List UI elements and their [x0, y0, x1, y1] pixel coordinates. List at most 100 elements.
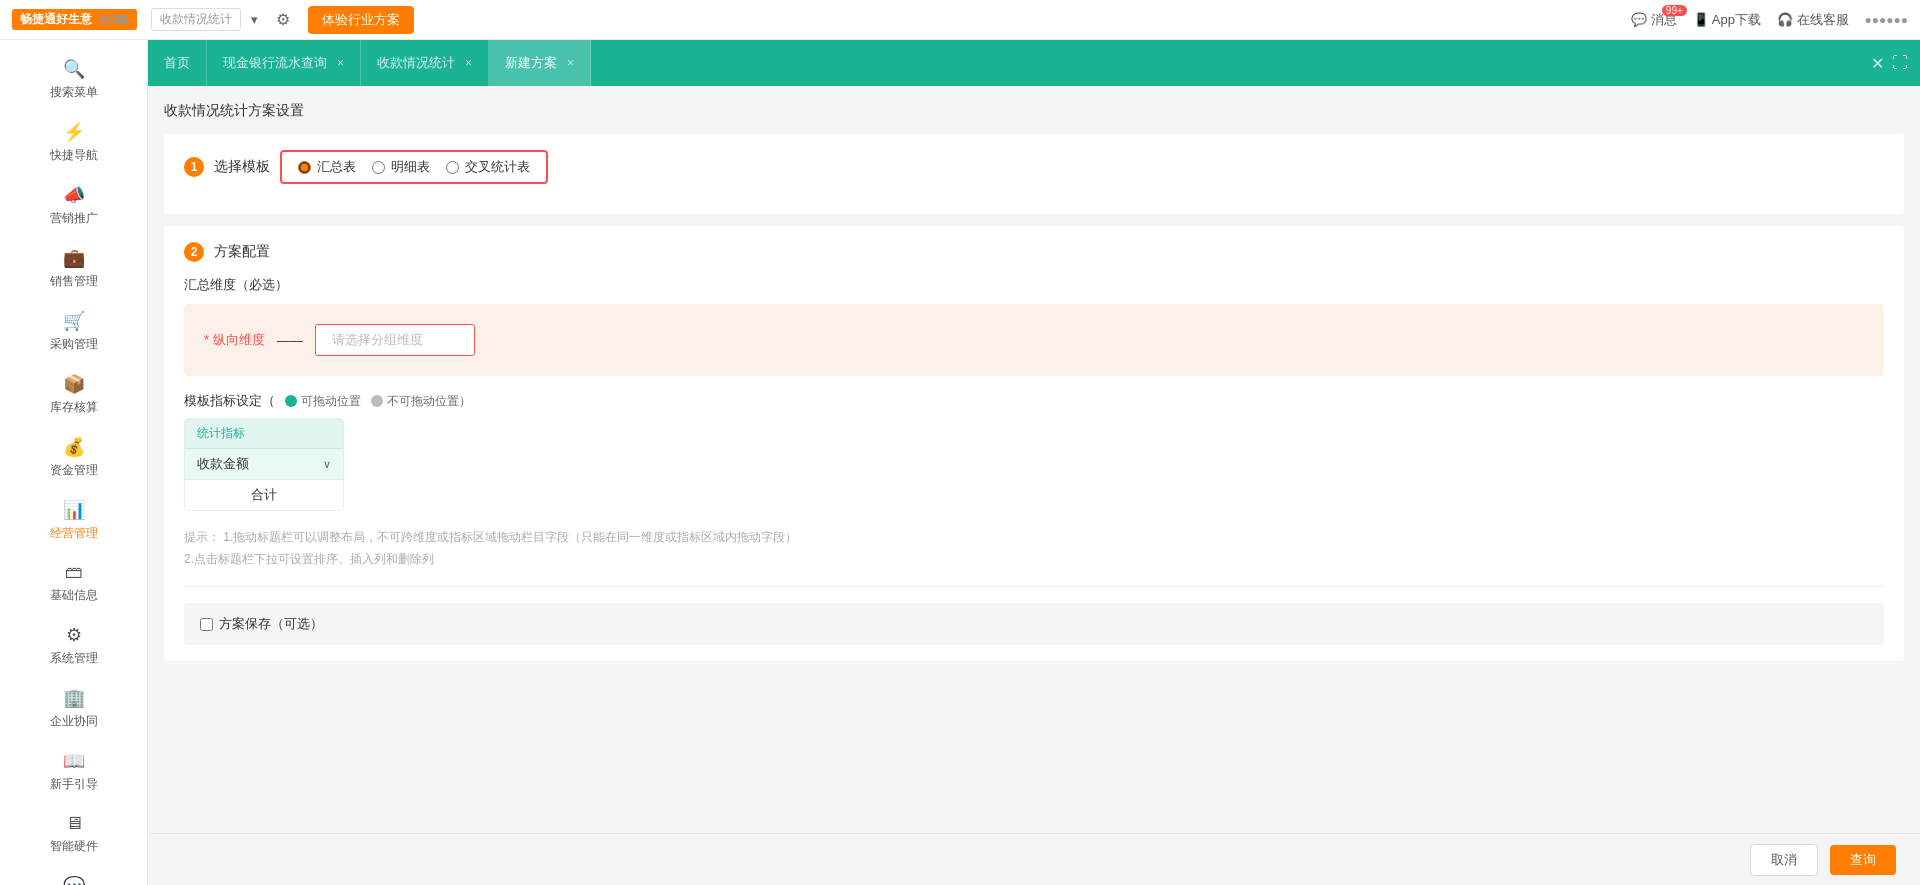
tab-bank-flow-label: 现金银行流水查询	[223, 54, 327, 72]
tab-bank-flow[interactable]: 现金银行流水查询 ×	[207, 40, 361, 86]
header-breadcrumb: 收款情况统计	[151, 8, 241, 31]
dimension-area: * 纵向维度 —— 请选择分组维度	[184, 304, 1884, 376]
sidebar-label-basic: 基础信息	[50, 587, 98, 604]
dropdown-icon[interactable]: ▾	[251, 12, 258, 27]
tab-new-plan-close[interactable]: ×	[567, 56, 574, 70]
sidebar-label-purchase: 采购管理	[50, 336, 98, 353]
section2-title: 方案配置	[214, 243, 270, 261]
logo-text: 畅捷通好生意	[20, 12, 92, 26]
indicator-table: 统计指标 收款金额 ∨ 合计	[184, 418, 344, 511]
tip-2-text: 2.点击标题栏下拉可设置排序、插入列和删除列	[184, 549, 434, 571]
page-content: 收款情况统计方案设置 1 选择模板 汇总表 明细表	[148, 86, 1920, 833]
radio-detail-input[interactable]	[372, 161, 385, 174]
cancel-button[interactable]: 取消	[1750, 844, 1818, 876]
dimension-select[interactable]: 请选择分组维度	[315, 324, 475, 356]
sidebar-label-quick-nav: 快捷导航	[50, 147, 98, 164]
sidebar-item-finance[interactable]: 💰 资金管理	[0, 426, 147, 489]
sidebar-item-hardware[interactable]: 🖥 智能硬件	[0, 803, 147, 865]
logo: 畅捷通好生意 标准版	[12, 9, 137, 30]
search-icon: 🔍	[63, 58, 85, 80]
indicator-settings-label: 模板指标设定（	[184, 392, 275, 410]
radio-cross-label: 交叉统计表	[465, 158, 530, 176]
message-badge[interactable]: 💬 消息 99+	[1631, 11, 1677, 29]
main-layout: 🔍 搜索菜单 ⚡ 快捷导航 📣 营销推广 💼 销售管理 🛒 采购管理 📦 库存核…	[0, 40, 1920, 885]
tab-maximize-icon[interactable]: ⛶	[1892, 54, 1908, 72]
tab-close-icon[interactable]: ✕	[1871, 54, 1884, 73]
indicator-cell-subtotal: 合计	[185, 479, 343, 510]
basic-icon: 🗃	[65, 562, 83, 583]
sidebar-label-sales: 销售管理	[50, 273, 98, 290]
tab-home[interactable]: 首页	[148, 40, 207, 86]
indicator-table-header: 统计指标	[185, 419, 343, 449]
sidebar-label-search: 搜索菜单	[50, 84, 98, 101]
dimension-subtitle: 汇总维度（必选）	[184, 276, 1884, 294]
tips: 提示： 1.拖动标题栏可以调整布局，不可跨维度或指标区域拖动栏目字段（只能在同一…	[184, 527, 1884, 570]
sidebar-item-system[interactable]: ⚙ 系统管理	[0, 614, 147, 677]
management-icon: 📊	[63, 499, 85, 521]
wechat-icon: 💬	[63, 875, 85, 885]
radio-detail[interactable]: 明细表	[372, 158, 430, 176]
sidebar-item-marketing[interactable]: 📣 营销推广	[0, 174, 147, 237]
finance-icon: 💰	[63, 436, 85, 458]
indicator-settings: 模板指标设定（ 可拖动位置 不可拖动位置） 统计指标 收	[184, 392, 1884, 511]
online-service[interactable]: 🎧 在线客服	[1777, 11, 1849, 29]
movable-label: 可拖动位置	[301, 393, 361, 410]
radio-summary-label: 汇总表	[317, 158, 356, 176]
trial-button[interactable]: 体验行业方案	[308, 6, 414, 34]
save-checkbox[interactable]	[200, 618, 213, 631]
sidebar-item-management[interactable]: 📊 经营管理	[0, 489, 147, 552]
sidebar-label-enterprise: 企业协同	[50, 713, 98, 730]
sidebar-item-sales[interactable]: 💼 销售管理	[0, 237, 147, 300]
sidebar-item-inventory[interactable]: 📦 库存核算	[0, 363, 147, 426]
indicator-dropdown-icon[interactable]: ∨	[323, 458, 331, 471]
tab-receipt-stats[interactable]: 收款情况统计 ×	[361, 40, 489, 86]
tab-right-controls: ✕ ⛶	[1871, 54, 1920, 73]
radio-cross[interactable]: 交叉统计表	[446, 158, 530, 176]
header: 畅捷通好生意 标准版 收款情况统计 ▾ ⚙ 体验行业方案 💬 消息 99+ 📱 …	[0, 0, 1920, 40]
sidebar-item-search[interactable]: 🔍 搜索菜单	[0, 48, 147, 111]
radio-summary[interactable]: 汇总表	[298, 158, 356, 176]
sidebar-label-hardware: 智能硬件	[50, 838, 98, 855]
vertical-dimension-row: * 纵向维度 —— 请选择分组维度	[204, 324, 1864, 356]
sidebar-item-enterprise[interactable]: 🏢 企业协同	[0, 677, 147, 740]
sidebar-label-inventory: 库存核算	[50, 399, 98, 416]
section-template: 1 选择模板 汇总表 明细表 交叉统计表	[164, 134, 1904, 214]
system-icon: ⚙	[66, 624, 82, 646]
sidebar-item-quick-nav[interactable]: ⚡ 快捷导航	[0, 111, 147, 174]
header-right: 💬 消息 99+ 📱 App下载 🎧 在线客服 ●●●●●●	[1631, 11, 1908, 29]
gear-icon[interactable]: ⚙	[276, 10, 290, 29]
sidebar-label-guide: 新手引导	[50, 776, 98, 793]
footer: 取消 查询	[148, 833, 1920, 885]
sidebar-item-guide[interactable]: 📖 新手引导	[0, 740, 147, 803]
query-button[interactable]: 查询	[1830, 845, 1896, 875]
sidebar: 🔍 搜索菜单 ⚡ 快捷导航 📣 营销推广 💼 销售管理 🛒 采购管理 📦 库存核…	[0, 40, 148, 885]
app-download[interactable]: 📱 App下载	[1693, 11, 1761, 29]
tab-receipt-stats-close[interactable]: ×	[465, 56, 472, 70]
section1-header: 1 选择模板 汇总表 明细表 交叉统计表	[184, 150, 1884, 184]
radio-detail-label: 明细表	[391, 158, 430, 176]
radio-cross-input[interactable]	[446, 161, 459, 174]
sidebar-label-management: 经营管理	[50, 525, 98, 542]
tip-1-text: 提示： 1.拖动标题栏可以调整布局，不可跨维度或指标区域拖动栏目字段（只能在同一…	[184, 527, 797, 549]
tab-bank-flow-close[interactable]: ×	[337, 56, 344, 70]
save-option-label: 方案保存（可选）	[219, 615, 323, 633]
tip-2: 2.点击标题栏下拉可设置排序、插入列和删除列	[184, 549, 1884, 571]
indicator-header: 模板指标设定（ 可拖动位置 不可拖动位置）	[184, 392, 1884, 410]
indicator-cell-amount[interactable]: 收款金额 ∨	[185, 449, 343, 479]
section1-num: 1	[184, 157, 204, 177]
tip-1: 提示： 1.拖动标题栏可以调整布局，不可跨维度或指标区域拖动栏目字段（只能在同一…	[184, 527, 1884, 549]
indicator-cell-label: 收款金额	[197, 455, 249, 473]
radio-summary-input[interactable]	[298, 161, 311, 174]
section2-header: 2 方案配置	[184, 242, 1884, 262]
hardware-icon: 🖥	[65, 813, 83, 834]
sidebar-item-wechat[interactable]: 💬 企业微信	[0, 865, 147, 885]
sidebar-item-purchase[interactable]: 🛒 采购管理	[0, 300, 147, 363]
dimension-arrow: ——	[277, 333, 303, 348]
tab-new-plan-label: 新建方案	[505, 54, 557, 72]
tab-new-plan[interactable]: 新建方案 ×	[489, 40, 591, 86]
content-area: 首页 现金银行流水查询 × 收款情况统计 × 新建方案 × ✕ ⛶ 收款情况统计…	[148, 40, 1920, 885]
fixed-label: 不可拖动位置）	[387, 393, 471, 410]
sidebar-label-marketing: 营销推广	[50, 210, 98, 227]
logo-sub: 标准版	[99, 14, 129, 25]
sidebar-item-basic[interactable]: 🗃 基础信息	[0, 552, 147, 614]
